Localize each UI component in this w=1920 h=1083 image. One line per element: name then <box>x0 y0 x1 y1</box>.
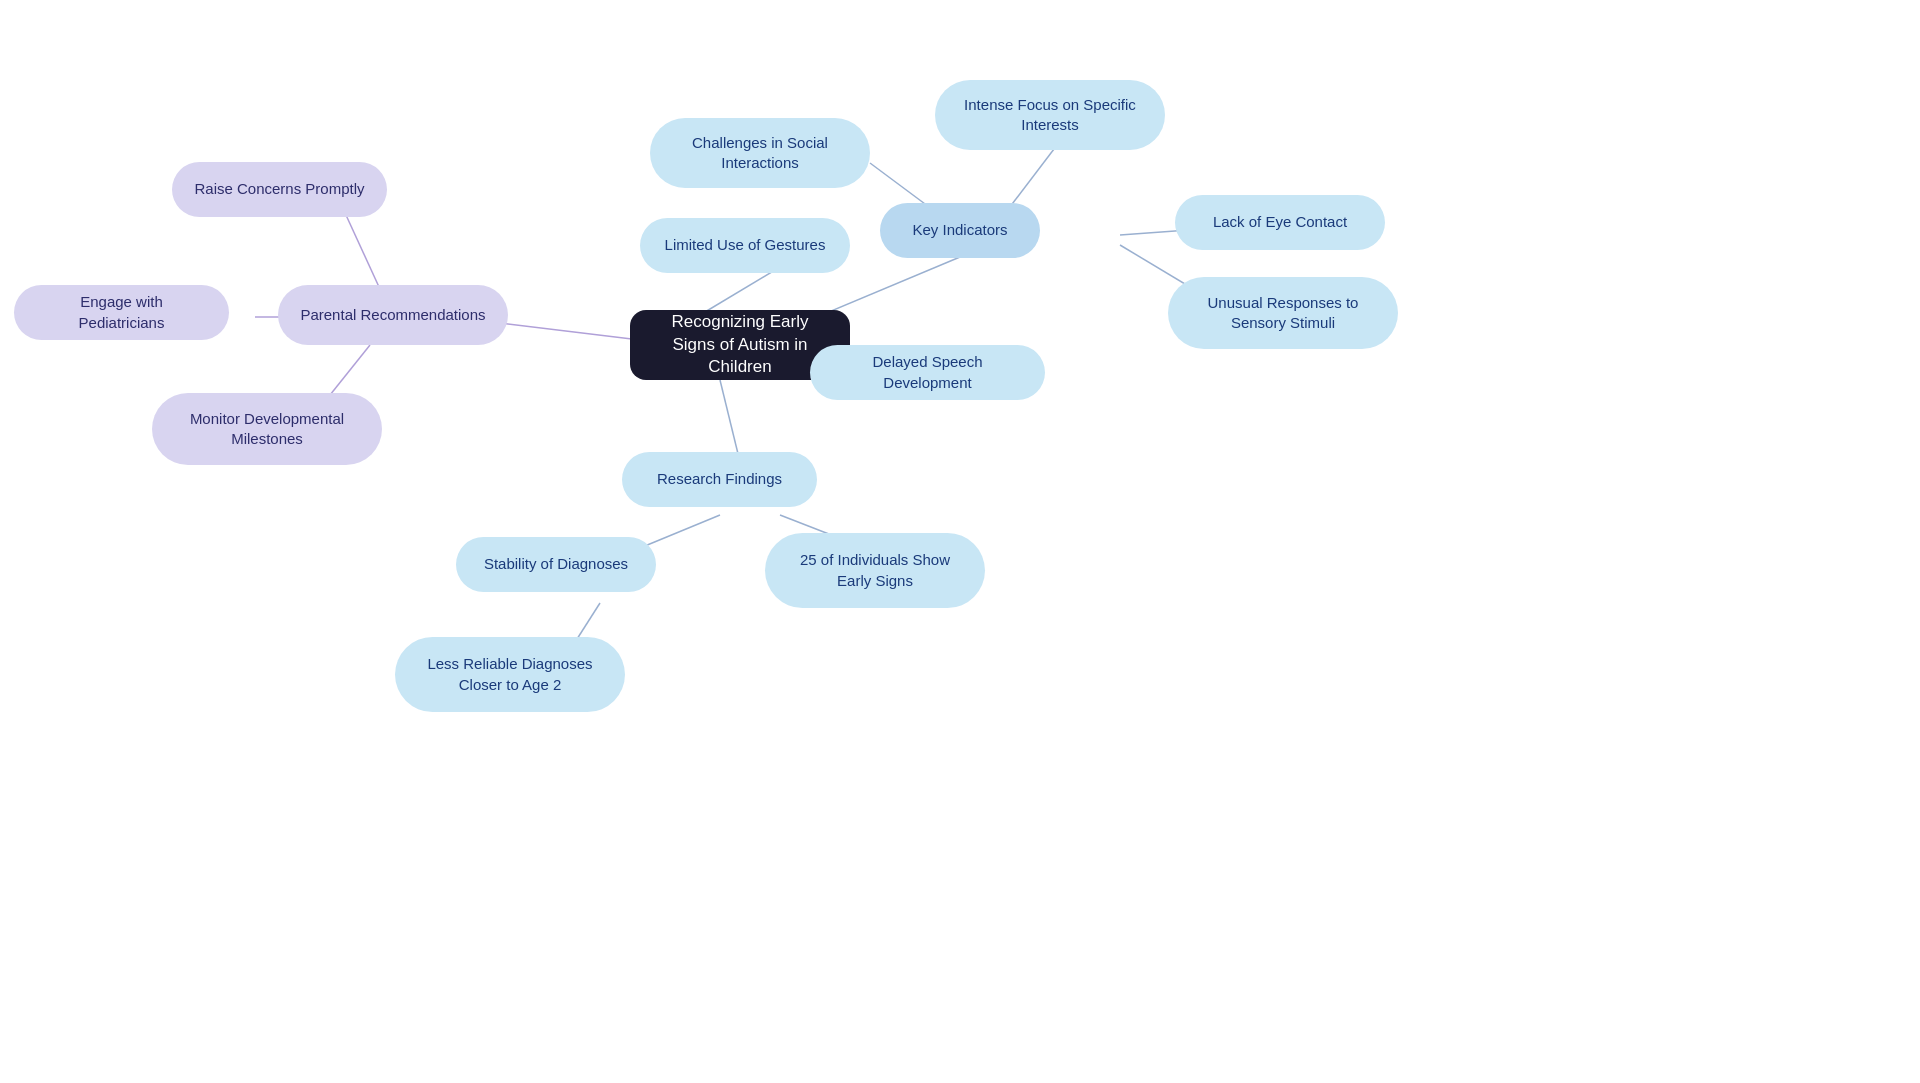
key-indicators-node: Key Indicators <box>880 203 1040 258</box>
monitor-milestones-label: Monitor Developmental Milestones <box>174 409 360 450</box>
less-reliable-label: Less Reliable Diagnoses Closer to Age 2 <box>417 654 603 695</box>
stability-diagnoses-label: Stability of Diagnoses <box>484 554 628 574</box>
individuals-early-signs-label: 25 of Individuals Show Early Signs <box>787 550 963 591</box>
intense-focus-node: Intense Focus on Specific Interests <box>935 80 1165 150</box>
delayed-speech-node: Delayed Speech Development <box>810 345 1045 400</box>
svg-line-12 <box>640 515 720 548</box>
lack-eye-contact-label: Lack of Eye Contact <box>1213 212 1347 232</box>
challenges-social-node: Challenges in Social Interactions <box>650 118 870 188</box>
research-findings-node: Research Findings <box>622 452 817 507</box>
parental-recommendations-node: Parental Recommendations <box>278 285 508 345</box>
delayed-speech-label: Delayed Speech Development <box>832 352 1023 393</box>
intense-focus-label: Intense Focus on Specific Interests <box>957 95 1143 136</box>
challenges-social-label: Challenges in Social Interactions <box>672 133 848 174</box>
raise-concerns-node: Raise Concerns Promptly <box>172 162 387 217</box>
limited-gestures-label: Limited Use of Gestures <box>665 235 826 255</box>
raise-concerns-label: Raise Concerns Promptly <box>194 179 364 199</box>
engage-pediatricians-label: Engage with Pediatricians <box>36 292 207 333</box>
individuals-early-signs-node: 25 of Individuals Show Early Signs <box>765 533 985 608</box>
unusual-responses-node: Unusual Responses to Sensory Stimuli <box>1168 277 1398 349</box>
parental-recommendations-label: Parental Recommendations <box>300 305 485 325</box>
key-indicators-label: Key Indicators <box>912 220 1007 240</box>
monitor-milestones-node: Monitor Developmental Milestones <box>152 393 382 465</box>
research-findings-label: Research Findings <box>657 469 782 489</box>
engage-pediatricians-node: Engage with Pediatricians <box>14 285 229 340</box>
stability-diagnoses-node: Stability of Diagnoses <box>456 537 656 592</box>
svg-line-11 <box>720 380 740 462</box>
center-label: Recognizing Early Signs of Autism in Chi… <box>652 311 828 380</box>
limited-gestures-node: Limited Use of Gestures <box>640 218 850 273</box>
less-reliable-node: Less Reliable Diagnoses Closer to Age 2 <box>395 637 625 712</box>
lack-eye-contact-node: Lack of Eye Contact <box>1175 195 1385 250</box>
unusual-responses-label: Unusual Responses to Sensory Stimuli <box>1190 293 1376 334</box>
